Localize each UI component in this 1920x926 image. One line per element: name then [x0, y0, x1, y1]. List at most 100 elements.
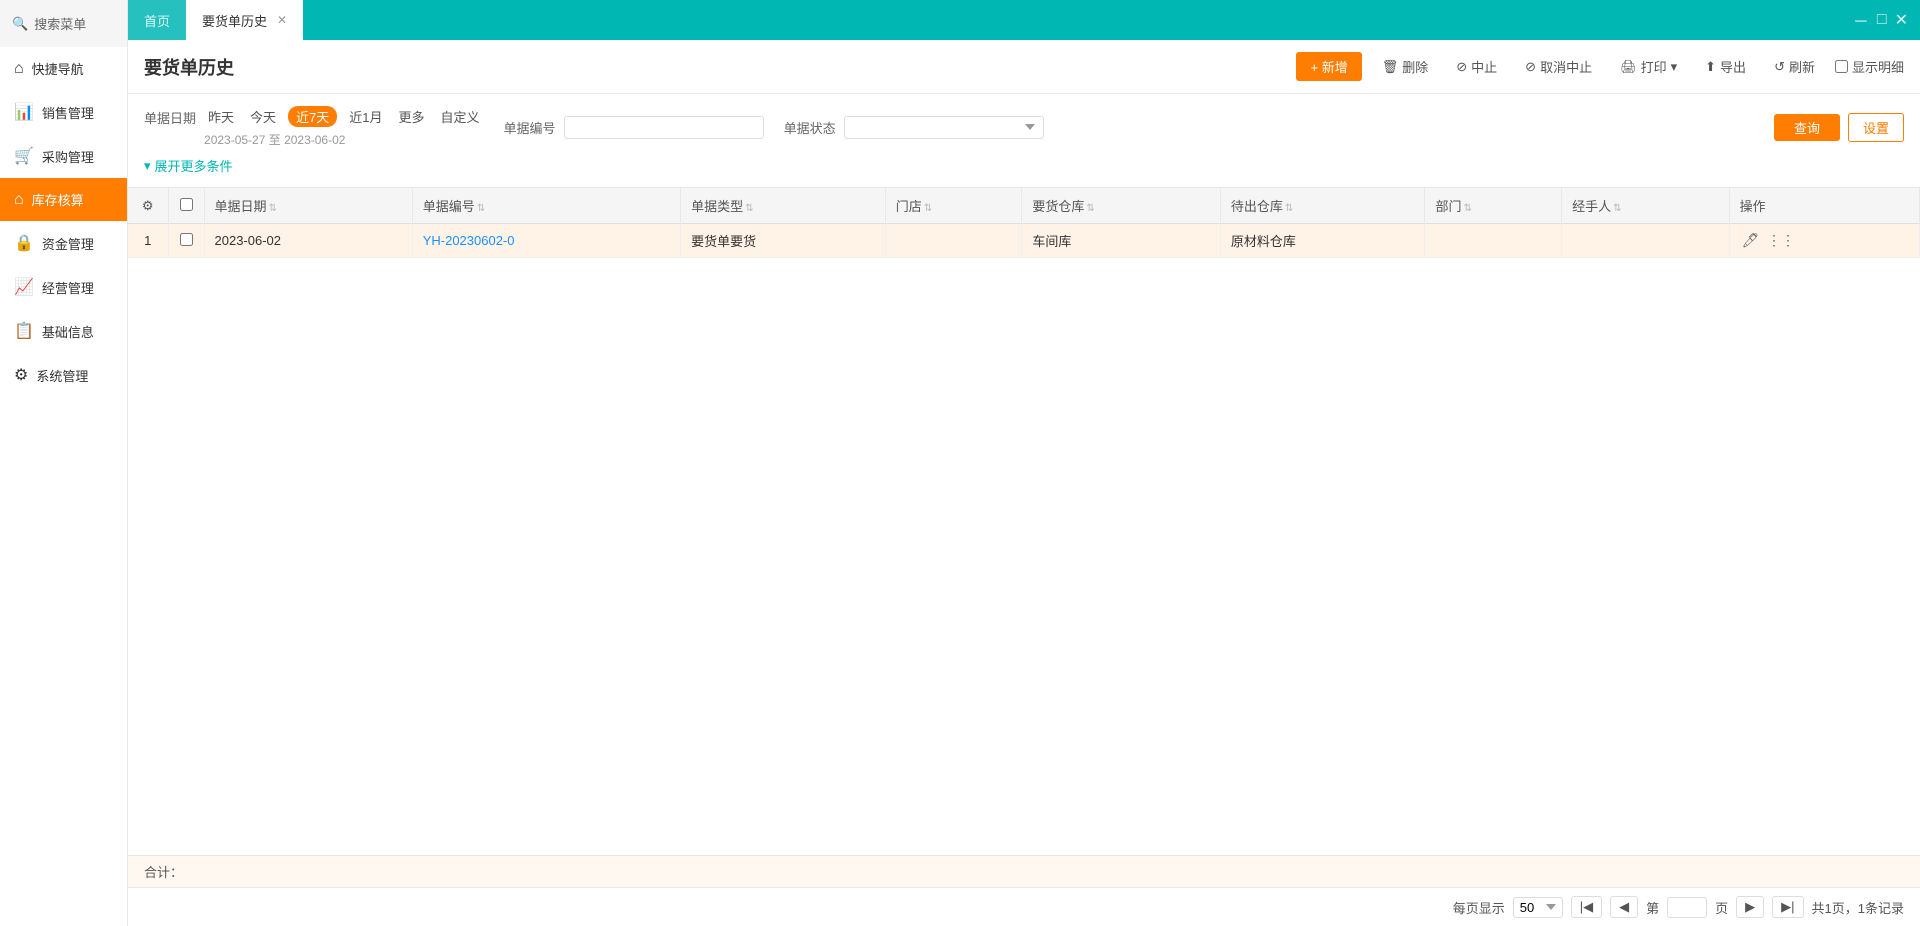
date-range: 2023-05-27 至 2023-06-02: [204, 131, 484, 148]
pagination-bar: 每页显示 50 100 200 |◀ ◀ 第 1 页 ▶ ▶| 共1页，1条记录: [128, 887, 1920, 926]
col-store[interactable]: 门店⇅: [885, 188, 1022, 224]
tab-home[interactable]: 首页: [128, 0, 186, 40]
page-label: 页: [1715, 898, 1728, 917]
purchase-icon: 🛒: [14, 146, 34, 166]
cancel-stop-icon: ⊘: [1525, 59, 1536, 75]
settings-col-icon[interactable]: ⚙: [142, 198, 154, 213]
col-handler[interactable]: 经手人⇅: [1562, 188, 1730, 224]
sort-icon-pending_warehouse: ⇅: [1285, 203, 1293, 214]
search-menu-label: 搜索菜单: [34, 14, 86, 33]
delete-button[interactable]: 🗑 删除: [1374, 53, 1437, 80]
basic-info-icon: 📋: [14, 321, 34, 341]
cancel-stop-button[interactable]: ⊘ 取消中止: [1517, 53, 1600, 80]
jump-label: 第: [1646, 898, 1659, 917]
row-req-warehouse: 车间库: [1022, 224, 1220, 258]
table-row: 1 2023-06-02 YH-20230602-0 要货单要货 车间库 原材料…: [128, 224, 1920, 258]
date-opt-昨天[interactable]: 昨天: [204, 106, 238, 127]
expand-more-btn[interactable]: ▾ 展开更多条件: [144, 156, 1904, 175]
sort-icon-date: ⇅: [269, 203, 277, 214]
sort-icon-department: ⇅: [1464, 203, 1472, 214]
data-table: ⚙ 单据日期⇅单据编号⇅单据类型⇅门店⇅要货仓库⇅待出仓库⇅部门⇅经手人⇅操作 1…: [128, 188, 1920, 258]
search-menu[interactable]: 🔍 搜索菜单: [0, 0, 127, 47]
row-doc-type: 要货单要货: [681, 224, 886, 258]
page-title: 要货单历史: [144, 54, 1296, 80]
date-filter-group: 单据日期 昨天今天近7天近1月更多自定义 2023-05-27 至 2023-0…: [144, 106, 484, 148]
print-button[interactable]: 🖨 打印 ▾: [1612, 53, 1685, 80]
display-detail-checkbox[interactable]: [1835, 60, 1848, 73]
sidebar-item-quick-nav[interactable]: ⌂快捷导航: [0, 47, 127, 90]
sidebar-item-purchase[interactable]: 🛒采购管理: [0, 134, 127, 178]
more-icon[interactable]: ⋮⋮: [1767, 232, 1795, 248]
search-button[interactable]: 查询: [1774, 114, 1840, 141]
sidebar-item-finance[interactable]: 🔒资金管理: [0, 221, 127, 265]
maximize-button[interactable]: □: [1877, 11, 1887, 29]
last-page-btn[interactable]: ▶|: [1772, 896, 1803, 918]
col-doc_no[interactable]: 单据编号⇅: [412, 188, 680, 224]
date-opt-自定义[interactable]: 自定义: [437, 106, 484, 127]
col-checkbox: [168, 188, 204, 224]
doc-no-input[interactable]: [564, 116, 764, 139]
row-handler: [1562, 224, 1730, 258]
date-opt-今天[interactable]: 今天: [246, 106, 280, 127]
minimize-button[interactable]: －: [1853, 8, 1869, 32]
refresh-icon: ↺: [1774, 59, 1785, 75]
tab-close-history[interactable]: ✕: [277, 13, 287, 27]
sidebar: 🔍 搜索菜单 ⌂快捷导航📊销售管理🛒采购管理⌂库存核算🔒资金管理📈经营管理📋基础…: [0, 0, 128, 926]
sidebar-item-sales[interactable]: 📊销售管理: [0, 90, 127, 134]
refresh-button[interactable]: ↺ 刷新: [1766, 53, 1823, 80]
col-pending_warehouse[interactable]: 待出仓库⇅: [1220, 188, 1425, 224]
sidebar-item-operations[interactable]: 📈经营管理: [0, 265, 127, 309]
print-icon: 🖨: [1620, 59, 1637, 75]
row-checkbox[interactable]: [168, 224, 204, 258]
stop-button[interactable]: ⊘ 中止: [1448, 53, 1505, 80]
first-page-btn[interactable]: |◀: [1571, 896, 1602, 918]
settings-button[interactable]: 设置: [1848, 113, 1904, 142]
display-detail-toggle[interactable]: 显示明细: [1835, 57, 1904, 76]
status-filter-group: 单据状态: [784, 116, 1044, 139]
prev-page-btn[interactable]: ◀: [1610, 896, 1638, 918]
tab-history[interactable]: 要货单历史✕: [186, 0, 303, 40]
close-button[interactable]: ✕: [1895, 10, 1908, 30]
row-department: [1425, 224, 1562, 258]
col-req_warehouse[interactable]: 要货仓库⇅: [1022, 188, 1220, 224]
inventory-icon: ⌂: [14, 191, 24, 209]
date-opt-近7天[interactable]: 近7天: [288, 106, 337, 127]
date-opt-更多[interactable]: 更多: [395, 106, 429, 127]
sidebar-item-system[interactable]: ⚙系统管理: [0, 353, 127, 397]
date-filter-options: 昨天今天近7天近1月更多自定义 2023-05-27 至 2023-06-02: [204, 106, 484, 148]
status-select[interactable]: [844, 116, 1044, 139]
date-filter-label: 单据日期: [144, 106, 196, 127]
sidebar-item-basic-info[interactable]: 📋基础信息: [0, 309, 127, 353]
sidebar-item-inventory[interactable]: ⌂库存核算: [0, 178, 127, 221]
table-container: ⚙ 单据日期⇅单据编号⇅单据类型⇅门店⇅要货仓库⇅待出仓库⇅部门⇅经手人⇅操作 1…: [128, 188, 1920, 855]
edit-icon[interactable]: 🖊: [1742, 232, 1760, 248]
next-page-btn[interactable]: ▶: [1736, 896, 1764, 918]
new-button[interactable]: + 新增: [1296, 52, 1361, 81]
row-pending-warehouse: 原材料仓库: [1220, 224, 1425, 258]
toolbar: + 新增 🗑 删除 ⊘ 中止 ⊘ 取消中止 🖨 打印 ▾ ⬆ 导出: [1296, 52, 1904, 81]
date-opt-近1月[interactable]: 近1月: [345, 106, 386, 127]
delete-icon: 🗑: [1382, 59, 1399, 75]
select-all-checkbox[interactable]: [180, 198, 193, 211]
col-settings: ⚙: [128, 188, 168, 224]
expand-icon: ▾: [144, 158, 151, 174]
col-department[interactable]: 部门⇅: [1425, 188, 1562, 224]
page-input[interactable]: 1: [1667, 897, 1707, 918]
row-date: 2023-06-02: [204, 224, 412, 258]
finance-icon: 🔒: [14, 233, 34, 253]
per-page-select[interactable]: 50 100 200: [1513, 897, 1563, 918]
doc-no-label: 单据编号: [504, 116, 556, 137]
col-date[interactable]: 单据日期⇅: [204, 188, 412, 224]
row-doc-no[interactable]: YH-20230602-0: [412, 224, 680, 258]
col-doc_type[interactable]: 单据类型⇅: [681, 188, 886, 224]
stop-icon: ⊘: [1456, 59, 1467, 75]
topbar: 首页要货单历史✕ － □ ✕: [128, 0, 1920, 40]
export-button[interactable]: ⬆ 导出: [1697, 53, 1754, 80]
sort-icon-doc_no: ⇅: [477, 203, 485, 214]
search-icon: 🔍: [12, 16, 28, 32]
print-dropdown-icon: ▾: [1671, 59, 1678, 75]
row-actions: 🖊 ⋮⋮: [1729, 224, 1919, 258]
col-actions: 操作: [1729, 188, 1919, 224]
total-info: 共1页，1条记录: [1812, 898, 1904, 917]
sort-icon-store: ⇅: [924, 203, 932, 214]
